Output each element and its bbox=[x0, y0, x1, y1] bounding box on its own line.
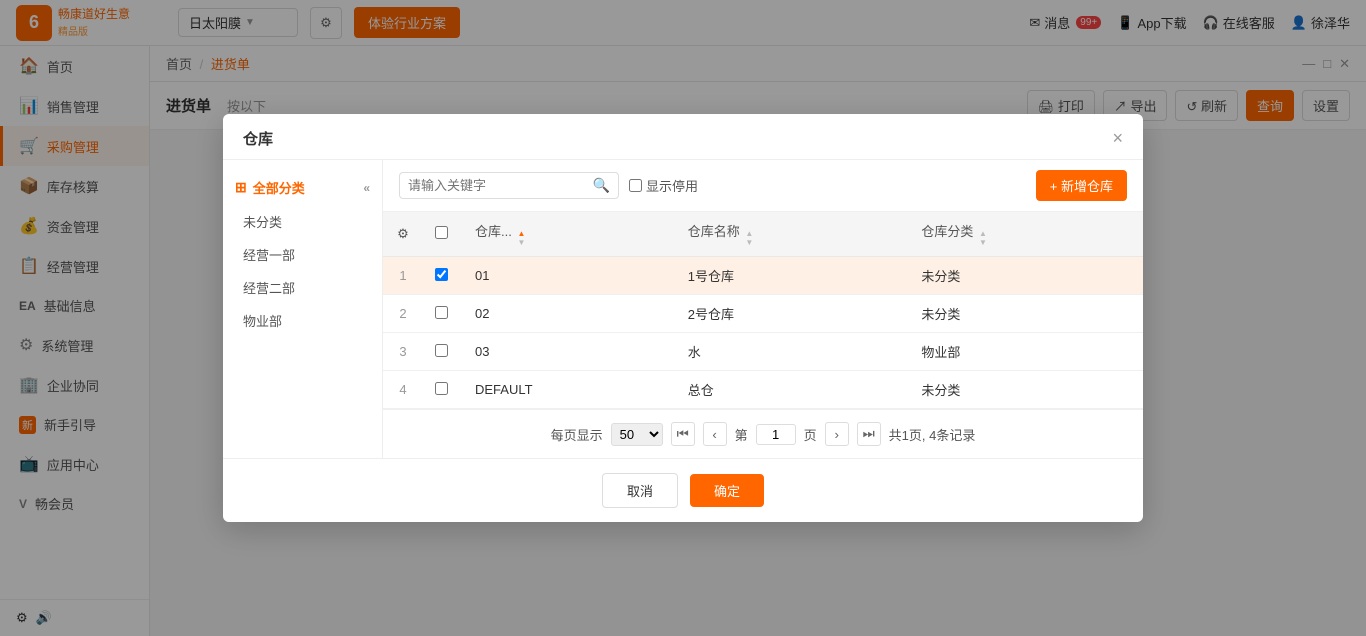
row-code-3: 03 bbox=[463, 333, 676, 371]
category-item-2[interactable]: 经营二部 bbox=[223, 271, 382, 304]
category-item-label-1: 经营一部 bbox=[243, 248, 295, 263]
row-checkbox-3[interactable] bbox=[435, 344, 448, 357]
row-num-4: 4 bbox=[383, 371, 423, 409]
cancel-button[interactable]: 取消 bbox=[602, 473, 678, 508]
right-toolbar: 🔍 显示停用 + 新增仓库 bbox=[383, 160, 1143, 212]
total-info: 共1页, 4条记录 bbox=[889, 425, 976, 444]
table-row[interactable]: 2 02 2号仓库 未分类 bbox=[383, 295, 1143, 333]
warehouse-table-wrap: ⚙ 仓库... ▲▼ 仓库名称 ▲▼ bbox=[383, 212, 1143, 409]
dialog-footer: 取消 确定 bbox=[223, 458, 1143, 522]
col-name-sort: ▲▼ bbox=[745, 229, 753, 247]
category-item-label-2: 经营二部 bbox=[243, 281, 295, 296]
confirm-button[interactable]: 确定 bbox=[690, 474, 764, 507]
last-page-button[interactable]: ⏭ bbox=[857, 422, 881, 446]
col-name[interactable]: 仓库名称 ▲▼ bbox=[676, 212, 910, 257]
right-panel: 🔍 显示停用 + 新增仓库 ⚙ bbox=[383, 160, 1143, 458]
table-row[interactable]: 1 01 1号仓库 未分类 bbox=[383, 257, 1143, 295]
page-label: 第 bbox=[735, 425, 748, 444]
grid-icon: ⊞ bbox=[235, 179, 247, 196]
row-num-3: 3 bbox=[383, 333, 423, 371]
category-panel: ⊞ 全部分类 « 未分类 经营一部 经营二部 物业部 bbox=[223, 160, 383, 458]
dialog-title: 仓库 bbox=[243, 128, 273, 149]
all-categories-item[interactable]: ⊞ 全部分类 « bbox=[223, 170, 382, 205]
row-category-1: 未分类 bbox=[909, 257, 1143, 295]
table-row[interactable]: 4 DEFAULT 总仓 未分类 bbox=[383, 371, 1143, 409]
row-category-2: 未分类 bbox=[909, 295, 1143, 333]
category-item-0[interactable]: 未分类 bbox=[223, 205, 382, 238]
row-name-1: 1号仓库 bbox=[676, 257, 910, 295]
category-item-label-3: 物业部 bbox=[243, 314, 282, 329]
show-disabled-label[interactable]: 显示停用 bbox=[629, 176, 698, 195]
col-checkbox bbox=[423, 212, 463, 257]
row-checkbox-cell-3 bbox=[423, 333, 463, 371]
col-category-label: 仓库分类 bbox=[921, 224, 973, 239]
per-page-label: 每页显示 bbox=[551, 425, 603, 444]
row-code-4: DEFAULT bbox=[463, 371, 676, 409]
all-categories-label: 全部分类 bbox=[253, 178, 305, 197]
row-checkbox-cell-2 bbox=[423, 295, 463, 333]
row-code-2: 02 bbox=[463, 295, 676, 333]
search-icon: 🔍 bbox=[593, 177, 610, 194]
row-category-3: 物业部 bbox=[909, 333, 1143, 371]
warehouse-table: ⚙ 仓库... ▲▼ 仓库名称 ▲▼ bbox=[383, 212, 1143, 409]
dialog-overlay: 仓库 × ⊞ 全部分类 « 未分类 经营一部 经营二部 bbox=[0, 0, 1366, 636]
col-category-sort: ▲▼ bbox=[979, 229, 987, 247]
page-unit: 页 bbox=[804, 425, 817, 444]
collapse-icon[interactable]: « bbox=[363, 181, 370, 195]
page-input[interactable] bbox=[756, 424, 796, 445]
row-name-2: 2号仓库 bbox=[676, 295, 910, 333]
next-page-button[interactable]: › bbox=[825, 422, 849, 446]
dialog-body: ⊞ 全部分类 « 未分类 经营一部 经营二部 物业部 bbox=[223, 160, 1143, 458]
col-code-label: 仓库... bbox=[475, 224, 512, 239]
category-item-3[interactable]: 物业部 bbox=[223, 304, 382, 337]
select-all-checkbox[interactable] bbox=[435, 226, 448, 239]
show-disabled-checkbox[interactable] bbox=[629, 179, 642, 192]
dialog-close-button[interactable]: × bbox=[1112, 128, 1123, 149]
category-item-label-0: 未分类 bbox=[243, 215, 282, 230]
row-num-1: 1 bbox=[383, 257, 423, 295]
row-checkbox-2[interactable] bbox=[435, 306, 448, 319]
row-checkbox-cell-4 bbox=[423, 371, 463, 409]
row-checkbox-4[interactable] bbox=[435, 382, 448, 395]
col-category[interactable]: 仓库分类 ▲▼ bbox=[909, 212, 1143, 257]
search-input-wrap: 🔍 bbox=[399, 172, 619, 199]
pagination: 每页显示 50 10 20 100 ⏮ ‹ 第 页 › ⏭ 共1页, 4条记录 bbox=[383, 409, 1143, 458]
per-page-select[interactable]: 50 10 20 100 bbox=[611, 423, 663, 446]
col-settings: ⚙ bbox=[383, 212, 423, 257]
first-page-button[interactable]: ⏮ bbox=[671, 422, 695, 446]
col-name-label: 仓库名称 bbox=[688, 224, 740, 239]
row-name-3: 水 bbox=[676, 333, 910, 371]
warehouse-dialog: 仓库 × ⊞ 全部分类 « 未分类 经营一部 经营二部 bbox=[223, 114, 1143, 522]
add-warehouse-button[interactable]: + 新增仓库 bbox=[1036, 170, 1127, 201]
row-checkbox-cell-1 bbox=[423, 257, 463, 295]
table-row[interactable]: 3 03 水 物业部 bbox=[383, 333, 1143, 371]
search-input[interactable] bbox=[408, 178, 593, 193]
category-item-1[interactable]: 经营一部 bbox=[223, 238, 382, 271]
show-disabled-text: 显示停用 bbox=[646, 176, 698, 195]
col-code[interactable]: 仓库... ▲▼ bbox=[463, 212, 676, 257]
row-num-2: 2 bbox=[383, 295, 423, 333]
row-code-1: 01 bbox=[463, 257, 676, 295]
prev-page-button[interactable]: ‹ bbox=[703, 422, 727, 446]
settings-col-icon: ⚙ bbox=[397, 226, 409, 241]
dialog-header: 仓库 × bbox=[223, 114, 1143, 160]
row-name-4: 总仓 bbox=[676, 371, 910, 409]
col-code-sort: ▲▼ bbox=[517, 229, 525, 247]
row-category-4: 未分类 bbox=[909, 371, 1143, 409]
row-checkbox-1[interactable] bbox=[435, 268, 448, 281]
